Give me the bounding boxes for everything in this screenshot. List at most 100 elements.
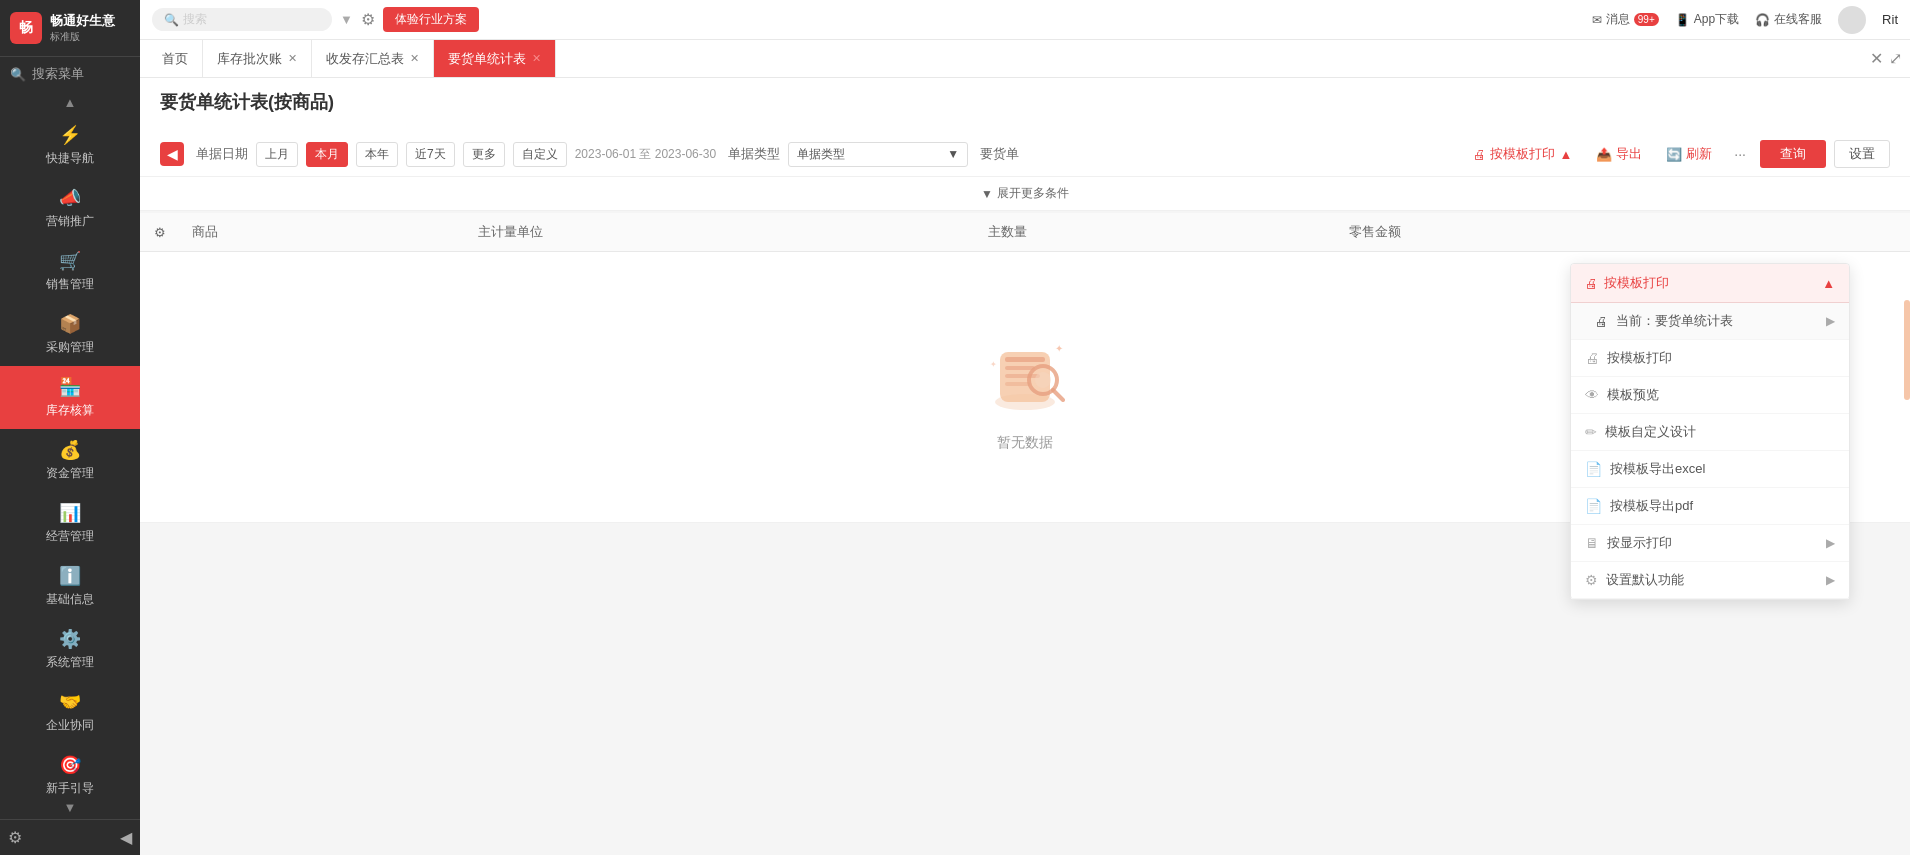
sidebar-item-basic[interactable]: ℹ️ 基础信息 xyxy=(0,555,140,618)
template-print-label: 按模板打印 xyxy=(1607,349,1672,367)
main-content: 🔍 搜索 ▼ ⚙ 体验行业方案 ✉ 消息 99+ 📱 App下载 🎧 在线客服 … xyxy=(140,0,1910,855)
dropdown-current-item[interactable]: 🖨 当前：要货单统计表 ▶ xyxy=(1571,303,1849,340)
sidebar-item-finance[interactable]: 💰 资金管理 xyxy=(0,429,140,492)
last-7-days-btn[interactable]: 近7天 xyxy=(406,142,455,167)
gear-header-icon[interactable]: ⚙ xyxy=(361,10,375,29)
app-logo: 畅 畅通好生意 标准版 xyxy=(0,0,140,57)
scroll-down-btn[interactable]: ▼ xyxy=(0,796,140,819)
template-print-icon: 🖨 xyxy=(1585,350,1599,366)
sidebar-item-inventory[interactable]: 🏪 库存核算 xyxy=(0,366,140,429)
marketing-icon: 📣 xyxy=(59,187,81,209)
default-func-label: 设置默认功能 xyxy=(1606,571,1684,589)
app-download-btn[interactable]: 📱 App下载 xyxy=(1675,11,1739,28)
global-search[interactable]: 🔍 搜索 xyxy=(152,8,332,31)
dropdown-header[interactable]: 🖨 按模板打印 ▲ xyxy=(1571,264,1849,303)
settings-btn[interactable]: 设置 xyxy=(1834,140,1890,168)
finance-icon: 💰 xyxy=(59,439,81,461)
export-excel-label: 按模板导出excel xyxy=(1610,460,1705,478)
svg-text:✦: ✦ xyxy=(1055,343,1063,354)
logo-icon: 畅 xyxy=(10,12,42,44)
collapse-sidebar-icon[interactable]: ◀ xyxy=(120,828,132,847)
maximize-btn[interactable]: ⤢ xyxy=(1889,49,1902,68)
display-print-label: 按显示打印 xyxy=(1607,534,1672,552)
header-right: ✉ 消息 99+ 📱 App下载 🎧 在线客服 Rit xyxy=(1592,6,1898,34)
col-quantity-header: 主数量 xyxy=(976,213,1337,252)
tab-order-stats[interactable]: 要货单统计表 ✕ xyxy=(434,40,556,77)
svg-point-8 xyxy=(1035,372,1051,388)
sidebar-item-quick-nav[interactable]: ⚡ 快捷导航 xyxy=(0,114,140,177)
dropdown-header-label: 按模板打印 xyxy=(1604,274,1669,292)
settings-bottom-icon[interactable]: ⚙ xyxy=(8,828,22,847)
tab-receipt-summary[interactable]: 收发存汇总表 ✕ xyxy=(312,40,434,77)
tab-order-stats-label: 要货单统计表 xyxy=(448,50,526,68)
dropdown-item-left-3: ✏ 模板自定义设计 xyxy=(1585,423,1696,441)
filter-toggle-btn[interactable]: ◀ xyxy=(160,142,184,166)
tab-receipt-summary-label: 收发存汇总表 xyxy=(326,50,404,68)
close-tab-btn[interactable]: ✕ xyxy=(1870,49,1883,68)
search-menu[interactable]: 🔍 搜索菜单 xyxy=(0,57,140,91)
dropdown-default-func[interactable]: ⚙ 设置默认功能 ▶ xyxy=(1571,562,1849,599)
svg-rect-4 xyxy=(1005,374,1040,378)
purchase-icon: 📦 xyxy=(59,313,81,335)
template-preview-label: 模板预览 xyxy=(1607,386,1659,404)
sidebar-item-system[interactable]: ⚙️ 系统管理 xyxy=(0,618,140,681)
sidebar-item-label: 资金管理 xyxy=(46,465,94,482)
sidebar-item-cooperate[interactable]: 🤝 企业协同 xyxy=(0,681,140,744)
tab-home[interactable]: 首页 xyxy=(148,40,203,77)
print-icon: 🖨 xyxy=(1473,147,1486,162)
more-date-btn[interactable]: 更多 xyxy=(463,142,505,167)
print-template-btn[interactable]: 🖨 按模板打印 ▲ xyxy=(1465,141,1580,167)
page-title: 要货单统计表(按商品) xyxy=(160,90,1890,114)
dropdown-collapse-icon[interactable]: ▲ xyxy=(1822,276,1835,291)
scroll-up-btn[interactable]: ▲ xyxy=(0,91,140,114)
prev-month-btn[interactable]: 上月 xyxy=(256,142,298,167)
customer-service-btn[interactable]: 🎧 在线客服 xyxy=(1755,11,1822,28)
expand-more-label: 展开更多条件 xyxy=(997,185,1069,202)
sidebar-item-sales[interactable]: 🛒 销售管理 xyxy=(0,240,140,303)
dropdown-template-export-pdf[interactable]: 📄 按模板导出pdf xyxy=(1571,488,1849,525)
avatar[interactable] xyxy=(1838,6,1866,34)
sidebar-item-guide[interactable]: 🎯 新手引导 xyxy=(0,744,140,796)
dropdown-item-left-4: 📄 按模板导出excel xyxy=(1585,460,1705,478)
template-preview-icon: 👁 xyxy=(1585,387,1599,403)
tab-inventory-batch[interactable]: 库存批次账 ✕ xyxy=(203,40,312,77)
template-custom-icon: ✏ xyxy=(1585,424,1597,440)
empty-illustration: ✦ ✦ xyxy=(975,322,1075,422)
dropdown-display-print[interactable]: 🖥 按显示打印 ▶ xyxy=(1571,525,1849,562)
version-label: 标准版 xyxy=(50,30,115,44)
empty-text: 暂无数据 xyxy=(997,434,1053,452)
current-month-btn[interactable]: 本月 xyxy=(306,142,348,167)
col-settings-header: ⚙ xyxy=(140,213,180,252)
svg-line-7 xyxy=(1053,390,1063,400)
scrollbar[interactable] xyxy=(1904,300,1910,400)
expand-more-btn[interactable]: ▼ 展开更多条件 xyxy=(969,181,1081,206)
message-btn[interactable]: ✉ 消息 99+ xyxy=(1592,11,1659,28)
sidebar-item-marketing[interactable]: 📣 营销推广 xyxy=(0,177,140,240)
dropdown-template-print[interactable]: 🖨 按模板打印 xyxy=(1571,340,1849,377)
export-icon: 📤 xyxy=(1596,147,1612,162)
order-filter-group: 要货单 xyxy=(980,145,1019,163)
order-filter-label: 要货单 xyxy=(980,145,1019,163)
more-actions-btn[interactable]: ··· xyxy=(1728,142,1752,166)
query-btn[interactable]: 查询 xyxy=(1760,140,1826,168)
print-header-icon: 🖨 xyxy=(1585,276,1598,291)
doc-type-select[interactable]: 单据类型 ▼ xyxy=(788,142,968,167)
refresh-btn[interactable]: 🔄 刷新 xyxy=(1658,141,1720,167)
try-industry-btn[interactable]: 体验行业方案 xyxy=(383,7,479,32)
dropdown-template-custom[interactable]: ✏ 模板自定义设计 xyxy=(1571,414,1849,451)
dropdown-arrow-icon[interactable]: ▼ xyxy=(340,12,353,27)
tab-order-stats-close[interactable]: ✕ xyxy=(532,52,541,65)
dropdown-template-preview[interactable]: 👁 模板预览 xyxy=(1571,377,1849,414)
tab-inventory-batch-close[interactable]: ✕ xyxy=(288,52,297,65)
tab-receipt-summary-close[interactable]: ✕ xyxy=(410,52,419,65)
col-extra-header xyxy=(1773,213,1911,252)
custom-date-btn[interactable]: 自定义 xyxy=(513,142,567,167)
current-year-btn[interactable]: 本年 xyxy=(356,142,398,167)
search-icon: 🔍 xyxy=(10,67,26,82)
dropdown-template-export-excel[interactable]: 📄 按模板导出excel xyxy=(1571,451,1849,488)
dropdown-item-left-1: 🖨 按模板打印 xyxy=(1585,349,1672,367)
sidebar-item-operation[interactable]: 📊 经营管理 xyxy=(0,492,140,555)
export-btn[interactable]: 📤 导出 xyxy=(1588,141,1650,167)
sidebar-item-purchase[interactable]: 📦 采购管理 xyxy=(0,303,140,366)
settings-col-icon[interactable]: ⚙ xyxy=(154,225,166,240)
